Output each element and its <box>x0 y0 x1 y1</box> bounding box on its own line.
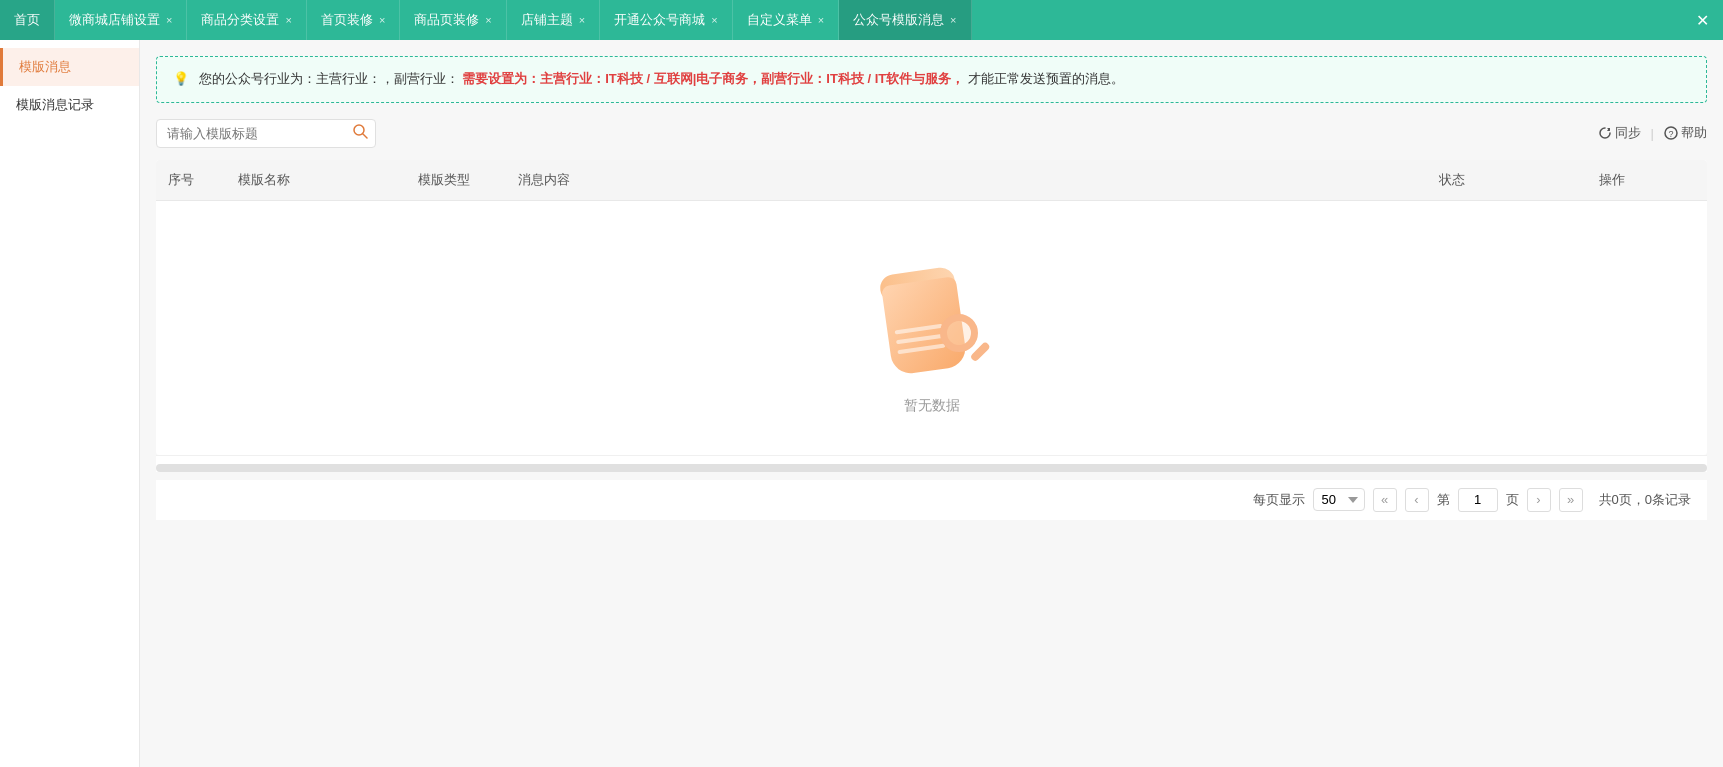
col-content: 消息内容 <box>506 160 1427 200</box>
page-unit: 页 <box>1506 491 1519 509</box>
page-size-select[interactable]: 10 20 50 100 <box>1313 488 1365 511</box>
help-label: 帮助 <box>1681 124 1707 142</box>
page-size-label: 每页显示 <box>1253 491 1305 509</box>
weshop-tab-label: 微商城店铺设置 <box>69 11 160 29</box>
sidebar-item-template-msg-record[interactable]: 模版消息记录 <box>0 86 139 124</box>
search-input-wrap <box>156 119 376 148</box>
search-right: 同步 | ? 帮助 <box>1598 124 1707 142</box>
nav-tab-home-decor[interactable]: 首页装修 × <box>307 0 400 40</box>
close-weshop-tab[interactable]: × <box>166 14 172 26</box>
nav-tab-category[interactable]: 商品分类设置 × <box>187 0 306 40</box>
table-header: 序号 模版名称 模版类型 消息内容 状态 操作 <box>156 160 1707 201</box>
nav-tab-home[interactable]: 首页 <box>0 0 55 40</box>
home-tab-label: 首页 <box>14 11 40 29</box>
help-button[interactable]: ? 帮助 <box>1664 124 1707 142</box>
col-name: 模版名称 <box>226 160 406 200</box>
table-container: 序号 模版名称 模版类型 消息内容 状态 操作 <box>156 160 1707 455</box>
sidebar: 模版消息 模版消息记录 <box>0 40 140 767</box>
divider: | <box>1651 126 1654 141</box>
page-input[interactable] <box>1458 488 1498 512</box>
search-icon[interactable] <box>353 124 368 142</box>
sidebar-item-template-msg-label: 模版消息 <box>19 59 71 74</box>
col-status: 状态 <box>1427 160 1587 200</box>
sidebar-item-template-msg[interactable]: 模版消息 <box>0 48 139 86</box>
page-total: 共0页，0条记录 <box>1599 491 1691 509</box>
search-bar: 同步 | ? 帮助 <box>156 119 1707 148</box>
bulb-icon: 💡 <box>173 71 189 86</box>
notice-prefix: 您的公众号行业为：主营行业：，副营行业： <box>199 71 459 86</box>
custom-menu-tab-label: 自定义菜单 <box>747 11 812 29</box>
nav-tab-weshop[interactable]: 微商城店铺设置 × <box>55 0 187 40</box>
home-decor-tab-label: 首页装修 <box>321 11 373 29</box>
main-content: 💡 您的公众号行业为：主营行业：，副营行业： 需要设置为：主营行业：IT科技 /… <box>140 40 1723 767</box>
close-template-msg-tab[interactable]: × <box>950 14 956 26</box>
magnifier <box>940 314 992 366</box>
close-all-tabs-button[interactable]: ✕ <box>1682 0 1723 40</box>
first-page-button[interactable]: « <box>1373 488 1397 512</box>
page-label: 第 <box>1437 491 1450 509</box>
empty-text: 暂无数据 <box>904 397 960 415</box>
search-input[interactable] <box>156 119 376 148</box>
layout: 模版消息 模版消息记录 💡 您的公众号行业为：主营行业：，副营行业： 需要设置为… <box>0 40 1723 767</box>
close-open-mall-tab[interactable]: × <box>711 14 717 26</box>
sync-button[interactable]: 同步 <box>1598 124 1641 142</box>
nav-tab-custom-menu[interactable]: 自定义菜单 × <box>733 0 839 40</box>
last-page-button[interactable]: » <box>1559 488 1583 512</box>
table-scrollbar[interactable] <box>156 464 1707 472</box>
close-home-decor-tab[interactable]: × <box>379 14 385 26</box>
nav-tab-product-decor[interactable]: 商品页装修 × <box>400 0 506 40</box>
magnifier-circle <box>940 314 978 352</box>
nav-tab-shop-theme[interactable]: 店铺主题 × <box>507 0 600 40</box>
product-decor-tab-label: 商品页装修 <box>414 11 479 29</box>
close-custom-menu-tab[interactable]: × <box>818 14 824 26</box>
top-nav: 首页 微商城店铺设置 × 商品分类设置 × 首页装修 × 商品页装修 × 店铺主… <box>0 0 1723 40</box>
empty-state: 暂无数据 <box>156 201 1707 455</box>
close-product-decor-tab[interactable]: × <box>485 14 491 26</box>
col-seq: 序号 <box>156 160 226 200</box>
notice-highlight: 需要设置为：主营行业：IT科技 / 互联网|电子商务，副营行业：IT科技 / I… <box>462 71 964 86</box>
svg-line-1 <box>363 134 367 138</box>
scroll-line-2 <box>895 333 943 344</box>
template-msg-tab-label: 公众号模版消息 <box>853 11 944 29</box>
category-tab-label: 商品分类设置 <box>201 11 279 29</box>
nav-tab-open-mall[interactable]: 开通公众号商城 × <box>600 0 732 40</box>
nav-tab-template-msg[interactable]: 公众号模版消息 × <box>839 0 971 40</box>
notice-suffix: 才能正常发送预置的消息。 <box>968 71 1124 86</box>
notice-box: 💡 您的公众号行业为：主营行业：，副营行业： 需要设置为：主营行业：IT科技 /… <box>156 56 1707 103</box>
shop-theme-tab-label: 店铺主题 <box>521 11 573 29</box>
prev-page-button[interactable]: ‹ <box>1405 488 1429 512</box>
close-category-tab[interactable]: × <box>285 14 291 26</box>
svg-text:?: ? <box>1668 129 1673 139</box>
empty-illustration <box>872 261 992 381</box>
next-page-button[interactable]: › <box>1527 488 1551 512</box>
close-shop-theme-tab[interactable]: × <box>579 14 585 26</box>
sync-label: 同步 <box>1615 124 1641 142</box>
pagination-bar: 每页显示 10 20 50 100 « ‹ 第 页 › » 共0页，0条记录 <box>156 480 1707 520</box>
col-type: 模版类型 <box>406 160 506 200</box>
open-mall-tab-label: 开通公众号商城 <box>614 11 705 29</box>
col-action: 操作 <box>1587 160 1707 200</box>
search-left <box>156 119 376 148</box>
sidebar-item-template-msg-record-label: 模版消息记录 <box>16 97 94 112</box>
